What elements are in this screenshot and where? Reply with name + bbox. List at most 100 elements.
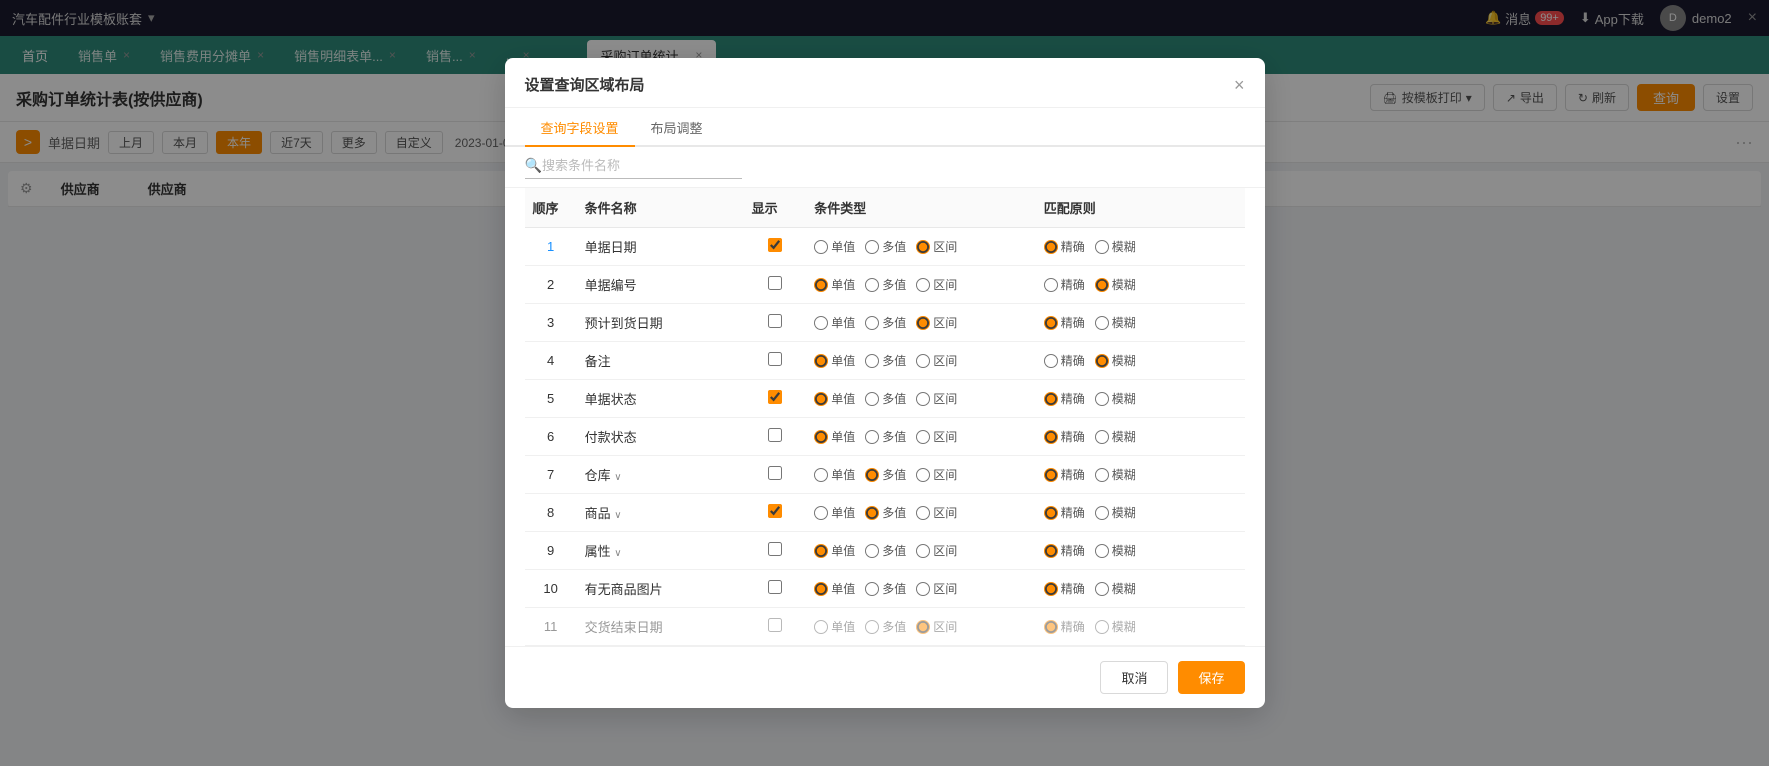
match-fuzzy-option[interactable]: 模糊: [1095, 352, 1136, 369]
row-match: 精确模糊: [1036, 608, 1245, 646]
type-range-option[interactable]: 区间: [916, 542, 957, 559]
modal-title: 设置查询区域布局: [525, 74, 645, 95]
cancel-button[interactable]: 取消: [1100, 661, 1168, 694]
type-multi-option[interactable]: 多值: [865, 504, 906, 521]
display-checkbox[interactable]: [768, 352, 782, 366]
row-display[interactable]: [744, 570, 807, 608]
type-single-option[interactable]: 单值: [814, 390, 855, 407]
type-multi-option[interactable]: 多值: [865, 276, 906, 293]
match-fuzzy-option[interactable]: 模糊: [1095, 276, 1136, 293]
type-multi-option[interactable]: 多值: [865, 580, 906, 597]
row-type: 单值多值区间: [806, 304, 1036, 342]
type-single-option[interactable]: 单值: [814, 314, 855, 331]
type-range-option[interactable]: 区间: [916, 428, 957, 445]
match-fuzzy-option[interactable]: 模糊: [1095, 314, 1136, 331]
type-radio-group: 单值多值区间: [814, 238, 1028, 255]
match-exact-option[interactable]: 精确: [1044, 390, 1085, 407]
match-exact-option[interactable]: 精确: [1044, 352, 1085, 369]
type-single-option[interactable]: 单值: [814, 580, 855, 597]
row-display[interactable]: [744, 418, 807, 456]
type-multi-option[interactable]: 多值: [865, 542, 906, 559]
type-single-option[interactable]: 单值: [814, 466, 855, 483]
row-type: 单值多值区间: [806, 608, 1036, 646]
type-radio-group: 单值多值区间: [814, 314, 1028, 331]
display-checkbox[interactable]: [768, 542, 782, 556]
type-range-option[interactable]: 区间: [916, 390, 957, 407]
match-radio-group: 精确模糊: [1044, 428, 1237, 445]
th-type: 条件类型: [806, 188, 1036, 228]
match-exact-option[interactable]: 精确: [1044, 504, 1085, 521]
tab-layout-adjust[interactable]: 布局调整: [635, 108, 719, 147]
match-radio-group: 精确模糊: [1044, 504, 1237, 521]
type-multi-option[interactable]: 多值: [865, 618, 906, 635]
tab-field-settings[interactable]: 查询字段设置: [525, 108, 635, 147]
type-multi-option[interactable]: 多值: [865, 314, 906, 331]
match-fuzzy-option[interactable]: 模糊: [1095, 618, 1136, 635]
type-single-option[interactable]: 单值: [814, 618, 855, 635]
type-single-option[interactable]: 单值: [814, 276, 855, 293]
match-exact-option[interactable]: 精确: [1044, 542, 1085, 559]
row-display[interactable]: [744, 608, 807, 646]
display-checkbox[interactable]: [768, 504, 782, 518]
type-range-option[interactable]: 区间: [916, 238, 957, 255]
table-row: 9属性 ∨单值多值区间精确模糊: [525, 532, 1245, 570]
display-checkbox[interactable]: [768, 580, 782, 594]
match-exact-option[interactable]: 精确: [1044, 580, 1085, 597]
match-fuzzy-option[interactable]: 模糊: [1095, 390, 1136, 407]
display-checkbox[interactable]: [768, 314, 782, 328]
row-order: 5: [525, 380, 577, 418]
type-multi-option[interactable]: 多值: [865, 428, 906, 445]
row-name: 付款状态: [577, 418, 744, 456]
type-radio-group: 单值多值区间: [814, 580, 1028, 597]
match-exact-option[interactable]: 精确: [1044, 276, 1085, 293]
type-single-option[interactable]: 单值: [814, 238, 855, 255]
match-exact-option[interactable]: 精确: [1044, 618, 1085, 635]
modal-close-button[interactable]: ×: [1234, 76, 1245, 94]
display-checkbox[interactable]: [768, 428, 782, 442]
save-button[interactable]: 保存: [1178, 661, 1244, 694]
row-display[interactable]: [744, 532, 807, 570]
display-checkbox[interactable]: [768, 276, 782, 290]
match-exact-option[interactable]: 精确: [1044, 428, 1085, 445]
type-single-option[interactable]: 单值: [814, 428, 855, 445]
match-fuzzy-option[interactable]: 模糊: [1095, 238, 1136, 255]
type-range-option[interactable]: 区间: [916, 352, 957, 369]
type-range-option[interactable]: 区间: [916, 466, 957, 483]
display-checkbox[interactable]: [768, 390, 782, 404]
type-range-option[interactable]: 区间: [916, 580, 957, 597]
match-fuzzy-option[interactable]: 模糊: [1095, 428, 1136, 445]
row-display[interactable]: [744, 380, 807, 418]
row-display[interactable]: [744, 304, 807, 342]
match-exact-option[interactable]: 精确: [1044, 238, 1085, 255]
type-range-option[interactable]: 区间: [916, 504, 957, 521]
row-display[interactable]: [744, 342, 807, 380]
match-fuzzy-option[interactable]: 模糊: [1095, 504, 1136, 521]
type-multi-option[interactable]: 多值: [865, 390, 906, 407]
type-single-option[interactable]: 单值: [814, 352, 855, 369]
type-range-option[interactable]: 区间: [916, 276, 957, 293]
match-exact-option[interactable]: 精确: [1044, 466, 1085, 483]
row-display[interactable]: [744, 228, 807, 266]
type-single-option[interactable]: 单值: [814, 542, 855, 559]
type-multi-option[interactable]: 多值: [865, 238, 906, 255]
row-display[interactable]: [744, 456, 807, 494]
row-display[interactable]: [744, 494, 807, 532]
type-range-option[interactable]: 区间: [916, 314, 957, 331]
type-range-option[interactable]: 区间: [916, 618, 957, 635]
type-radio-group: 单值多值区间: [814, 276, 1028, 293]
display-checkbox[interactable]: [768, 238, 782, 252]
match-exact-option[interactable]: 精确: [1044, 314, 1085, 331]
modal-header: 设置查询区域布局 ×: [505, 58, 1265, 108]
type-multi-option[interactable]: 多值: [865, 352, 906, 369]
type-single-option[interactable]: 单值: [814, 504, 855, 521]
match-fuzzy-option[interactable]: 模糊: [1095, 580, 1136, 597]
display-checkbox[interactable]: [768, 466, 782, 480]
match-radio-group: 精确模糊: [1044, 352, 1237, 369]
match-fuzzy-option[interactable]: 模糊: [1095, 466, 1136, 483]
row-display[interactable]: [744, 266, 807, 304]
search-input[interactable]: [542, 158, 742, 173]
type-multi-option[interactable]: 多值: [865, 466, 906, 483]
display-checkbox[interactable]: [768, 618, 782, 632]
type-radio-group: 单值多值区间: [814, 618, 1028, 635]
match-fuzzy-option[interactable]: 模糊: [1095, 542, 1136, 559]
